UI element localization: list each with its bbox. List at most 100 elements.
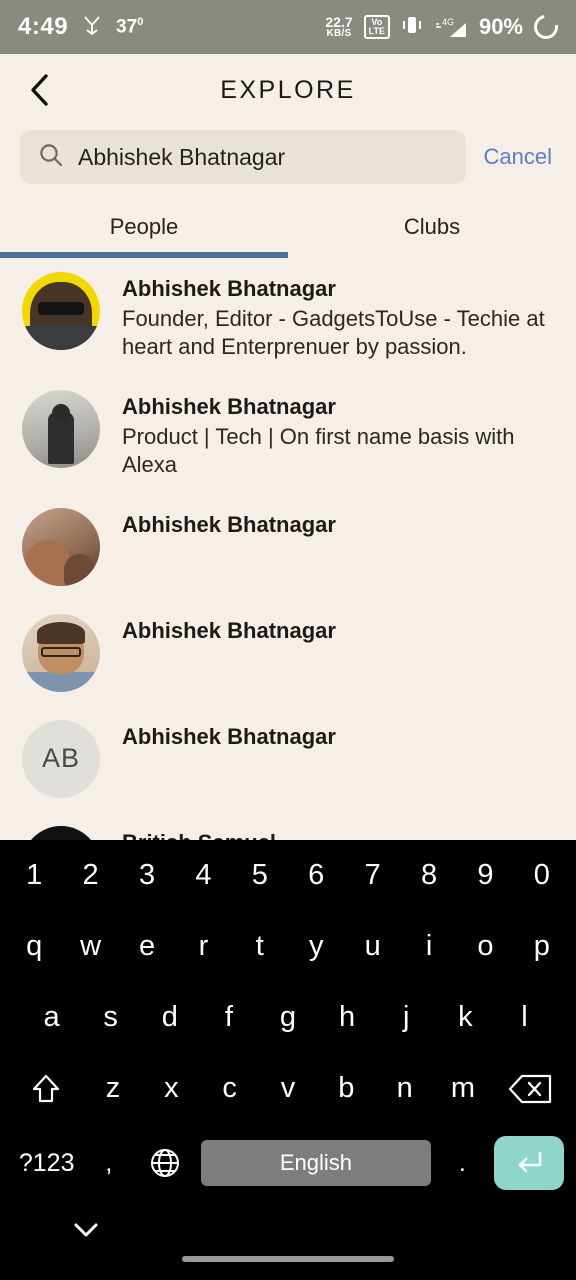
keyboard-row-home: a s d f g h j k l — [0, 982, 576, 1053]
key-1[interactable]: 1 — [6, 840, 62, 911]
globe-icon — [150, 1149, 179, 1177]
result-name: Abhishek Bhatnagar — [122, 276, 336, 301]
language-key[interactable] — [134, 1124, 195, 1202]
list-item[interactable]: Abhishek Bhatnagar Founder, Editor - Gad… — [0, 258, 576, 376]
key-2[interactable]: 2 — [62, 840, 118, 911]
list-item-text: Abhishek Bhatnagar — [122, 508, 556, 541]
home-indicator[interactable] — [182, 1256, 394, 1262]
tab-people[interactable]: People — [0, 196, 288, 258]
key-m[interactable]: m — [434, 1053, 492, 1124]
key-e[interactable]: e — [119, 911, 175, 982]
key-3[interactable]: 3 — [119, 840, 175, 911]
cancel-button[interactable]: Cancel — [478, 144, 556, 170]
search-input[interactable]: Abhishek Bhatnagar — [20, 130, 466, 184]
key-z[interactable]: z — [84, 1053, 142, 1124]
status-bar-right: 22.7 KB/S Vo LTE 4G 90% — [325, 10, 563, 44]
key-o[interactable]: o — [457, 911, 513, 982]
signal-icon: 4G — [434, 15, 468, 39]
key-y[interactable]: y — [288, 911, 344, 982]
key-d[interactable]: d — [140, 982, 199, 1053]
key-c[interactable]: c — [200, 1053, 258, 1124]
on-screen-keyboard: 1 2 3 4 5 6 7 8 9 0 q w e r t y u i o p … — [0, 840, 576, 1280]
list-item-text: Abhishek Bhatnagar Product | Tech | On f… — [122, 390, 556, 480]
key-q[interactable]: q — [6, 911, 62, 982]
tab-clubs[interactable]: Clubs — [288, 196, 576, 258]
status-temperature: 370 — [116, 15, 144, 38]
avatar — [22, 613, 100, 692]
key-9[interactable]: 9 — [457, 840, 513, 911]
tab-bar: People Clubs — [0, 196, 576, 258]
avatar: AB — [22, 719, 100, 798]
key-a[interactable]: a — [22, 982, 81, 1053]
keyboard-row-function: ?123 , English . — [0, 1124, 576, 1202]
key-r[interactable]: r — [175, 911, 231, 982]
key-4[interactable]: 4 — [175, 840, 231, 911]
list-item-text: Abhishek Bhatnagar Founder, Editor - Gad… — [122, 272, 556, 362]
key-0[interactable]: 0 — [514, 840, 570, 911]
key-f[interactable]: f — [199, 982, 258, 1053]
result-name: Abhishek Bhatnagar — [122, 393, 336, 419]
list-item-text: Abhishek Bhatnagar — [122, 614, 556, 647]
key-w[interactable]: w — [62, 911, 118, 982]
key-5[interactable]: 5 — [232, 840, 288, 911]
keyboard-row-numbers: 1 2 3 4 5 6 7 8 9 0 — [0, 840, 576, 911]
key-g[interactable]: g — [258, 982, 317, 1053]
key-p[interactable]: p — [514, 911, 570, 982]
period-key[interactable]: . — [437, 1124, 488, 1202]
key-i[interactable]: i — [401, 911, 457, 982]
search-value: Abhishek Bhatnagar — [78, 143, 286, 170]
list-item[interactable]: Abhishek Bhatnagar — [0, 600, 576, 706]
comma-key[interactable]: , — [83, 1124, 134, 1202]
enter-key[interactable] — [493, 1136, 564, 1190]
backspace-icon — [508, 1074, 552, 1103]
shift-key[interactable] — [8, 1053, 84, 1124]
key-6[interactable]: 6 — [288, 840, 344, 911]
avatar — [22, 389, 100, 468]
chevron-left-icon — [31, 74, 48, 106]
list-item-text: Abhishek Bhatnagar — [122, 720, 556, 753]
keyboard-row-bottom-letters: z x c v b n m — [0, 1053, 576, 1124]
key-j[interactable]: j — [377, 982, 436, 1053]
backspace-key[interactable] — [492, 1053, 568, 1124]
battery-icon — [529, 10, 563, 44]
search-results-list: Abhishek Bhatnagar Founder, Editor - Gad… — [0, 258, 576, 918]
result-name: Abhishek Bhatnagar — [122, 617, 336, 643]
key-k[interactable]: k — [436, 982, 495, 1053]
svg-text:4G: 4G — [442, 17, 454, 27]
battery-percent: 90% — [478, 14, 523, 39]
symbols-key[interactable]: ?123 — [10, 1124, 83, 1202]
weather-icon — [82, 14, 102, 41]
enter-icon — [518, 1151, 542, 1173]
key-l[interactable]: l — [495, 982, 554, 1053]
key-t[interactable]: t — [232, 911, 288, 982]
data-speed-indicator: 22.7 KB/S — [325, 14, 353, 39]
key-n[interactable]: n — [375, 1053, 433, 1124]
keyboard-row-top: q w e r t y u i o p — [0, 911, 576, 982]
key-b[interactable]: b — [317, 1053, 375, 1124]
key-8[interactable]: 8 — [401, 840, 457, 911]
list-item[interactable]: Abhishek Bhatnagar Product | Tech | On f… — [0, 376, 576, 494]
key-x[interactable]: x — [142, 1053, 200, 1124]
key-v[interactable]: v — [259, 1053, 317, 1124]
result-name: Abhishek Bhatnagar — [122, 511, 336, 537]
list-item[interactable]: AB Abhishek Bhatnagar — [0, 706, 576, 812]
back-button[interactable] — [22, 73, 56, 107]
navigation-bar — [0, 1202, 576, 1274]
hide-keyboard-button[interactable] — [70, 1220, 102, 1245]
vibrate-icon — [401, 13, 423, 42]
space-key[interactable]: English — [201, 1140, 431, 1186]
result-bio: Founder, Editor - GadgetsToUse - Techie … — [122, 305, 545, 360]
key-7[interactable]: 7 — [344, 840, 400, 911]
key-h[interactable]: h — [318, 982, 377, 1053]
status-bar-left: 4:49 370 — [18, 13, 143, 41]
key-u[interactable]: u — [344, 911, 400, 982]
avatar-initials: AB — [41, 743, 81, 774]
list-item[interactable]: Abhishek Bhatnagar — [0, 494, 576, 600]
result-name: Abhishek Bhatnagar — [122, 723, 336, 749]
search-icon — [38, 142, 64, 173]
app-bar: EXPLORE — [0, 54, 576, 126]
key-s[interactable]: s — [81, 982, 140, 1053]
search-row: Abhishek Bhatnagar Cancel — [0, 126, 576, 188]
volte-icon: Vo LTE — [363, 14, 390, 40]
result-bio: Product | Tech | On first name basis wit… — [122, 423, 515, 478]
